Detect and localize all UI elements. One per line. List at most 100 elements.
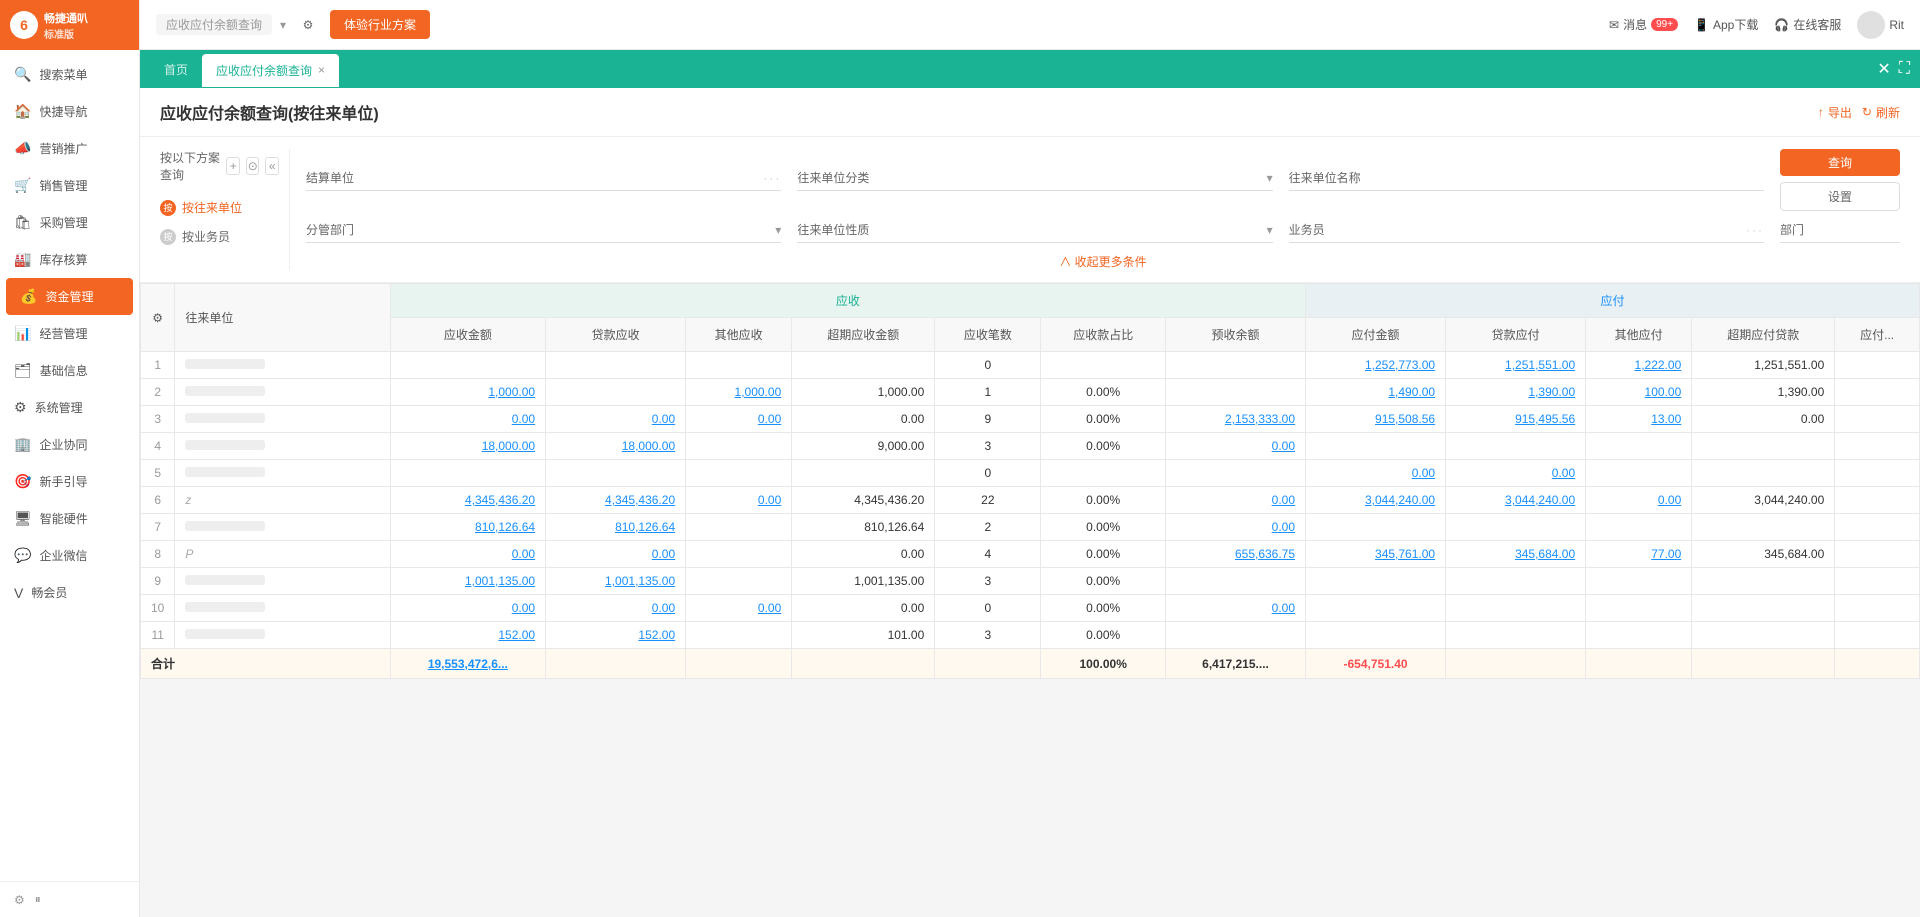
row-loan-receivable[interactable]: 152.00: [546, 622, 686, 649]
collapse-area: ∧ 收起更多条件: [306, 253, 1900, 270]
row-receivable[interactable]: 1,001,135.00: [390, 568, 545, 595]
edit-scheme-button[interactable]: ⊙: [246, 157, 260, 175]
row-payable[interactable]: 3,044,240.00: [1306, 487, 1446, 514]
row-receivable[interactable]: 18,000.00: [390, 433, 545, 460]
sidebar-item-inventory[interactable]: 🏭库存核算: [0, 241, 139, 278]
row-loan-receivable[interactable]: 0.00: [546, 541, 686, 568]
subdept-input[interactable]: [1810, 223, 1920, 237]
row-loan-payable[interactable]: 345,684.00: [1446, 541, 1586, 568]
row-loan-receivable[interactable]: 0.00: [546, 406, 686, 433]
row-other-receivable[interactable]: 0.00: [686, 595, 792, 622]
sidebar-item-enterprise[interactable]: 🏢企业协同: [0, 426, 139, 463]
row-other-payable[interactable]: 77.00: [1586, 541, 1692, 568]
user-menu[interactable]: Rit: [1857, 11, 1904, 39]
refresh-button[interactable]: ↻ 刷新: [1862, 104, 1900, 121]
row-advance-balance[interactable]: 0.00: [1165, 514, 1305, 541]
sidebar-item-search[interactable]: 🔍搜索菜单: [0, 56, 139, 93]
sidebar-item-operation[interactable]: 📊经营管理: [0, 315, 139, 352]
footer-receivable[interactable]: 19,553,472,6...: [390, 649, 545, 679]
row-loan-payable[interactable]: 3,044,240.00: [1446, 487, 1586, 514]
row-advance-balance[interactable]: 2,153,333.00: [1165, 406, 1305, 433]
tab-close-icon[interactable]: ×: [318, 63, 325, 77]
scheme-by-partner[interactable]: 按 按往来单位: [160, 193, 279, 222]
query-button[interactable]: 查询: [1780, 149, 1900, 176]
sidebar-item-marketing[interactable]: 📣营销推广: [0, 130, 139, 167]
sidebar-item-finance[interactable]: 💰资金管理: [6, 278, 133, 315]
row-other-receivable[interactable]: 0.00: [686, 406, 792, 433]
partner-name-input[interactable]: [1367, 171, 1764, 185]
row-loan-receivable[interactable]: 0.00: [546, 595, 686, 622]
scheme-by-salesperson[interactable]: 按 按业务员: [160, 222, 279, 251]
row-other-receivable[interactable]: 1,000.00: [686, 379, 792, 406]
row-loan-receivable[interactable]: 18,000.00: [546, 433, 686, 460]
row-other-payable[interactable]: 13.00: [1586, 406, 1692, 433]
row-other-receivable: [686, 352, 792, 379]
row-loan-payable: [1446, 514, 1586, 541]
row-receivable[interactable]: 810,126.64: [390, 514, 545, 541]
more-scheme-button[interactable]: «: [265, 157, 279, 175]
row-receivable[interactable]: 0.00: [390, 595, 545, 622]
row-receivable[interactable]: 4,345,436.20: [390, 487, 545, 514]
row-payable[interactable]: 915,508.56: [1306, 406, 1446, 433]
row-other-payable[interactable]: 1,222.00: [1586, 352, 1692, 379]
tab-home[interactable]: 首页: [150, 53, 202, 86]
message-button[interactable]: ✉ 消息 99+: [1609, 16, 1678, 33]
tab-receivable[interactable]: 应收应付余额查询 ×: [202, 54, 339, 87]
row-loan-payable[interactable]: 1,390.00: [1446, 379, 1586, 406]
row-receivable[interactable]: 0.00: [390, 406, 545, 433]
service-button[interactable]: 🎧 在线客服: [1774, 16, 1841, 33]
row-other-receivable[interactable]: 0.00: [686, 487, 792, 514]
row-loan-receivable[interactable]: 4,345,436.20: [546, 487, 686, 514]
partner-nature-input[interactable]: [875, 223, 1260, 237]
settlement-unit-input[interactable]: [360, 171, 757, 185]
row-loan-payable[interactable]: 0.00: [1446, 460, 1586, 487]
sidebar-settings-icon[interactable]: ⚙: [14, 893, 25, 907]
collapse-button[interactable]: ∧ 收起更多条件: [1059, 253, 1146, 270]
th-receivable-count: 应收笔数: [935, 318, 1041, 352]
operation-icon: 📊: [14, 325, 31, 342]
row-payable[interactable]: 1,490.00: [1306, 379, 1446, 406]
row-advance-balance[interactable]: 655,636.75: [1165, 541, 1305, 568]
sidebar-item-hardware[interactable]: 🖥智能硬件: [0, 500, 139, 537]
sidebar-item-wechat[interactable]: 💬企业微信: [0, 537, 139, 574]
sidebar-item-sales[interactable]: 🛒销售管理: [0, 167, 139, 204]
row-receivable[interactable]: 0.00: [390, 541, 545, 568]
row-payable[interactable]: 1,252,773.00: [1306, 352, 1446, 379]
dept-input[interactable]: [360, 223, 769, 237]
row-advance-balance[interactable]: 0.00: [1165, 433, 1305, 460]
row-loan-receivable[interactable]: 1,001,135.00: [546, 568, 686, 595]
sidebar-item-member[interactable]: V畅会员: [0, 574, 139, 611]
row-overdue-payable: [1692, 595, 1835, 622]
promo-button[interactable]: 体验行业方案: [330, 10, 430, 39]
row-other-payable[interactable]: 0.00: [1586, 487, 1692, 514]
topbar-gear-button[interactable]: ⚙: [294, 11, 322, 39]
sidebar-item-nav[interactable]: 🏠快捷导航: [0, 93, 139, 130]
enterprise-icon: 🏢: [14, 436, 31, 453]
tab-maximize-button[interactable]: ⛶: [1899, 59, 1910, 79]
salesperson-input[interactable]: [1331, 223, 1740, 237]
row-payable[interactable]: 0.00: [1306, 460, 1446, 487]
tab-close-window-button[interactable]: ✕: [1877, 59, 1890, 79]
add-scheme-button[interactable]: +: [226, 157, 240, 175]
row-other-payable[interactable]: 100.00: [1586, 379, 1692, 406]
row-loan-payable[interactable]: 915,495.56: [1446, 406, 1586, 433]
settings-th[interactable]: ⚙: [141, 284, 175, 352]
row-loan-payable[interactable]: 1,251,551.00: [1446, 352, 1586, 379]
sidebar-collapse-icon[interactable]: ⏸: [35, 892, 41, 907]
app-download-button[interactable]: 📱 App下载: [1694, 16, 1758, 33]
row-loan-receivable[interactable]: 810,126.64: [546, 514, 686, 541]
export-button[interactable]: ↑ 导出: [1818, 104, 1852, 121]
row-receivable[interactable]: 152.00: [390, 622, 545, 649]
sidebar-item-basic[interactable]: 🗂基础信息: [0, 352, 139, 389]
row-receivable[interactable]: 1,000.00: [390, 379, 545, 406]
partner-category-input[interactable]: [875, 171, 1260, 185]
settings-button[interactable]: 设置: [1780, 182, 1900, 211]
row-advance-balance[interactable]: 0.00: [1165, 595, 1305, 622]
sidebar-item-purchase[interactable]: 🛍采购管理: [0, 204, 139, 241]
row-payable[interactable]: 345,761.00: [1306, 541, 1446, 568]
table-row: 5 0 0.00 0.00: [141, 460, 1920, 487]
row-advance-balance[interactable]: 0.00: [1165, 487, 1305, 514]
sidebar-item-system[interactable]: ⚙系统管理: [0, 389, 139, 426]
row-payable-more: [1835, 595, 1920, 622]
sidebar-item-guide[interactable]: 🎯新手引导: [0, 463, 139, 500]
